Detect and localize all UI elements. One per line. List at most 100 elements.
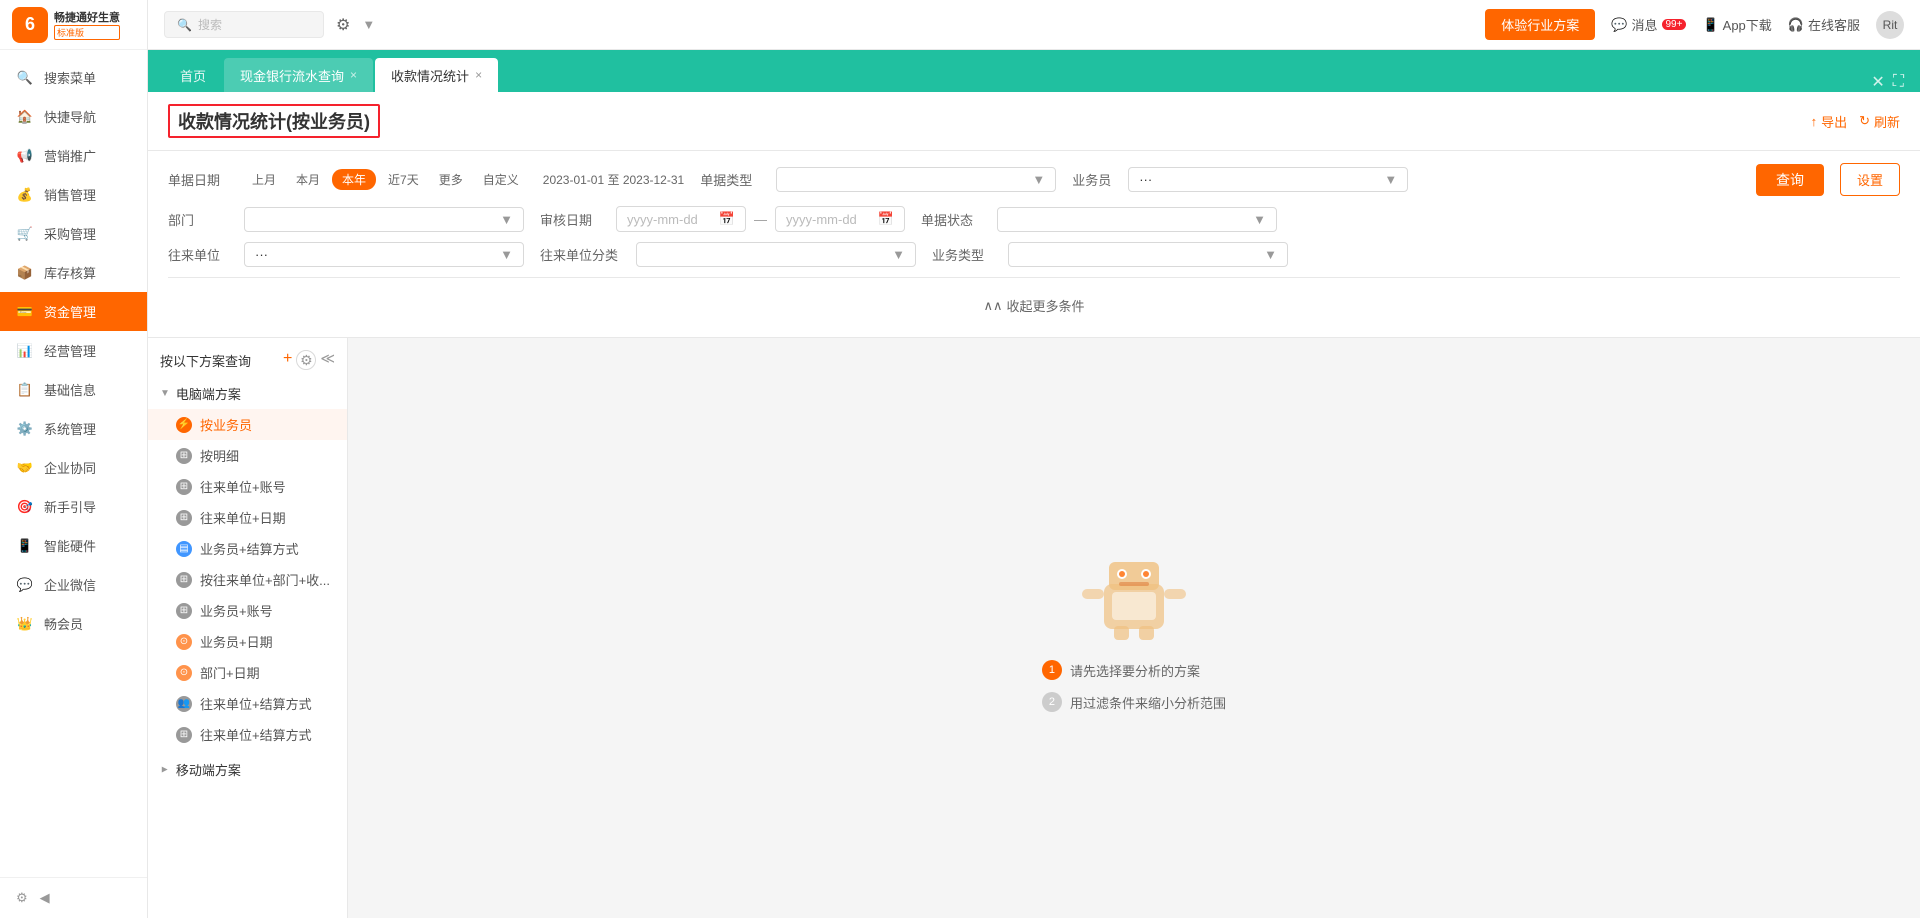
- status-select-arrow: ▼: [1253, 212, 1266, 227]
- date-tab-7days[interactable]: 近7天: [380, 169, 427, 190]
- scheme-item-partner-account[interactable]: ⊞ 往来单位+账号: [148, 471, 347, 502]
- sidebar-item-finance[interactable]: 💳 资金管理: [0, 292, 147, 331]
- status-label: 单据状态: [921, 210, 981, 229]
- tab-collection[interactable]: 收款情况统计 ×: [375, 58, 498, 92]
- status-select[interactable]: ▼: [997, 207, 1277, 232]
- scheme-item-label: 业务员+结算方式: [200, 539, 299, 558]
- date-tab-more[interactable]: 更多: [431, 169, 471, 190]
- gear-icon[interactable]: ⚙: [336, 15, 350, 35]
- tab-collection-close[interactable]: ×: [475, 68, 482, 82]
- sidebar-item-quick-nav[interactable]: 🏠 快捷导航: [0, 97, 147, 136]
- scheme-item-dept-date[interactable]: ⊙ 部门+日期: [148, 657, 347, 688]
- tab-close-all-icon[interactable]: ✕: [1871, 72, 1884, 92]
- filter-row-1: 单据日期 上月 本月 本年 近7天 更多 自定义 2023-01-01 至 20…: [168, 163, 1900, 196]
- tab-home[interactable]: 首页: [164, 58, 222, 92]
- sidebar-item-basic[interactable]: 📋 基础信息: [0, 370, 147, 409]
- member-icon: 👑: [16, 615, 34, 633]
- query-button[interactable]: 查询: [1756, 164, 1824, 196]
- partner-type-label: 往来单位分类: [540, 245, 620, 264]
- collapse-button[interactable]: ∧∧ 收起更多条件: [178, 296, 1890, 315]
- tab-bank-flow-close[interactable]: ×: [350, 68, 357, 82]
- scheme-item-label: 按明细: [200, 446, 239, 465]
- date-tab-custom[interactable]: 自定义: [475, 169, 527, 190]
- avatar: Rit: [1876, 11, 1904, 39]
- sidebar-item-marketing[interactable]: 📢 营销推广: [0, 136, 147, 175]
- app-download-label: App下载: [1723, 15, 1772, 34]
- trial-button[interactable]: 体验行业方案: [1485, 9, 1595, 40]
- scheme-item-by-detail[interactable]: ⊞ 按明细: [148, 440, 347, 471]
- audit-date-start[interactable]: yyyy-mm-dd 📅: [616, 206, 746, 232]
- user-avatar[interactable]: Rit: [1876, 11, 1904, 39]
- sidebar-item-label: 资金管理: [44, 302, 96, 321]
- sidebar-item-sales[interactable]: 💰 销售管理: [0, 175, 147, 214]
- scheme-item-label: 部门+日期: [200, 663, 260, 682]
- sidebar-item-search[interactable]: 🔍 搜索菜单: [0, 58, 147, 97]
- partner-select[interactable]: ··· ▼: [244, 242, 524, 267]
- tab-bank-flow[interactable]: 现金银行流水查询 ×: [224, 58, 373, 92]
- salesperson-select[interactable]: ··· ▼: [1128, 167, 1408, 192]
- hardware-icon: 📱: [16, 537, 34, 555]
- sidebar-item-label: 基础信息: [44, 380, 96, 399]
- scheme-item-salesperson-date[interactable]: ⊙ 业务员+日期: [148, 626, 347, 657]
- tab-bank-flow-label: 现金银行流水查询: [240, 66, 344, 85]
- type-select[interactable]: ▼: [776, 167, 1056, 192]
- online-service-action[interactable]: 🎧 在线客服: [1788, 15, 1860, 34]
- scheme-item-by-salesperson[interactable]: ⚡ 按业务员: [148, 409, 347, 440]
- scheme-item-partner-settlement2[interactable]: ⊞ 往来单位+结算方式: [148, 719, 347, 750]
- collapse-scheme-icon[interactable]: ≪: [320, 350, 335, 370]
- page-header: 收款情况统计(按业务员) ↑ 导出 ↻ 刷新: [148, 92, 1920, 151]
- scheme-group-desktop-title[interactable]: ▼ 电脑端方案: [148, 378, 347, 409]
- add-scheme-icon[interactable]: +: [283, 350, 292, 370]
- export-button[interactable]: ↑ 导出: [1811, 112, 1848, 131]
- sidebar-item-purchase[interactable]: 🛒 采购管理: [0, 214, 147, 253]
- scheme-item-salesperson-account[interactable]: ⊞ 业务员+账号: [148, 595, 347, 626]
- topbar-search[interactable]: 🔍 搜索: [164, 11, 324, 38]
- scheme-group-mobile-title[interactable]: ▼ 移动端方案: [148, 754, 347, 785]
- sidebar-item-wechat[interactable]: 💬 企业微信: [0, 565, 147, 604]
- salesperson-icon: ⚡: [176, 417, 192, 433]
- left-panel-header: 按以下方案查询 + ⚙ ≪: [148, 338, 347, 378]
- dept-select[interactable]: ▼: [244, 207, 524, 232]
- scheme-item-label: 按往来单位+部门+收...: [200, 570, 330, 589]
- tab-maximize-icon[interactable]: ⛶: [1893, 73, 1904, 91]
- partner-date-icon: ⊞: [176, 510, 192, 526]
- sidebar-item-system[interactable]: ⚙️ 系统管理: [0, 409, 147, 448]
- sidebar-item-operation[interactable]: 📊 经营管理: [0, 331, 147, 370]
- search-icon: 🔍: [16, 69, 34, 87]
- partner-type-select[interactable]: ▼: [636, 242, 916, 267]
- sidebar-item-label: 智能硬件: [44, 536, 96, 555]
- collapse-label: 收起更多条件: [1007, 296, 1085, 315]
- scheme-item-partner-dept[interactable]: ⊞ 按往来单位+部门+收...: [148, 564, 347, 595]
- date-tab-this-year[interactable]: 本年: [332, 169, 376, 190]
- app-download-action[interactable]: 📱 App下载: [1702, 15, 1771, 34]
- date-tab-last-month[interactable]: 上月: [244, 169, 284, 190]
- dropdown-icon[interactable]: ▼: [362, 17, 375, 32]
- audit-end-placeholder: yyyy-mm-dd: [786, 212, 857, 227]
- tabs-bar: 首页 现金银行流水查询 × 收款情况统计 × ✕ ⛶: [148, 50, 1920, 92]
- scheme-item-label: 往来单位+结算方式: [200, 725, 312, 744]
- collapse-chevron-icon: ∧∧: [983, 298, 1002, 314]
- collapse-sidebar-icon[interactable]: ◀: [40, 890, 50, 906]
- sidebar-item-inventory[interactable]: 📦 库存核算: [0, 253, 147, 292]
- biz-type-select[interactable]: ▼: [1008, 242, 1288, 267]
- sidebar-item-guide[interactable]: 🎯 新手引导: [0, 487, 147, 526]
- settings-scheme-icon[interactable]: ⚙: [296, 350, 316, 370]
- sidebar-item-label: 采购管理: [44, 224, 96, 243]
- settings-bottom-icon[interactable]: ⚙: [16, 890, 28, 906]
- tab-collection-label: 收款情况统计: [391, 66, 469, 85]
- messages-action[interactable]: 💬 消息 99+: [1611, 15, 1686, 34]
- sidebar-item-hardware[interactable]: 📱 智能硬件: [0, 526, 147, 565]
- scheme-item-salesperson-settlement[interactable]: ▤ 业务员+结算方式: [148, 533, 347, 564]
- scheme-item-partner-settlement1[interactable]: 👥 往来单位+结算方式: [148, 688, 347, 719]
- sidebar-nav: 🔍 搜索菜单 🏠 快捷导航 📢 营销推广 💰 销售管理 🛒 采购管理 📦 库存核…: [0, 50, 147, 877]
- refresh-button[interactable]: ↻ 刷新: [1859, 112, 1900, 131]
- salesperson-date-icon: ⊙: [176, 634, 192, 650]
- salesperson-settlement-icon: ▤: [176, 541, 192, 557]
- audit-date-end[interactable]: yyyy-mm-dd 📅: [775, 206, 905, 232]
- scheme-item-partner-date[interactable]: ⊞ 往来单位+日期: [148, 502, 347, 533]
- settings-button[interactable]: 设置: [1840, 163, 1900, 196]
- date-tab-this-month[interactable]: 本月: [288, 169, 328, 190]
- sidebar-item-member[interactable]: 👑 畅会员: [0, 604, 147, 643]
- content-area: 收款情况统计(按业务员) ↑ 导出 ↻ 刷新 单据日期 上月 本月: [148, 92, 1920, 918]
- sidebar-item-enterprise[interactable]: 🤝 企业协同: [0, 448, 147, 487]
